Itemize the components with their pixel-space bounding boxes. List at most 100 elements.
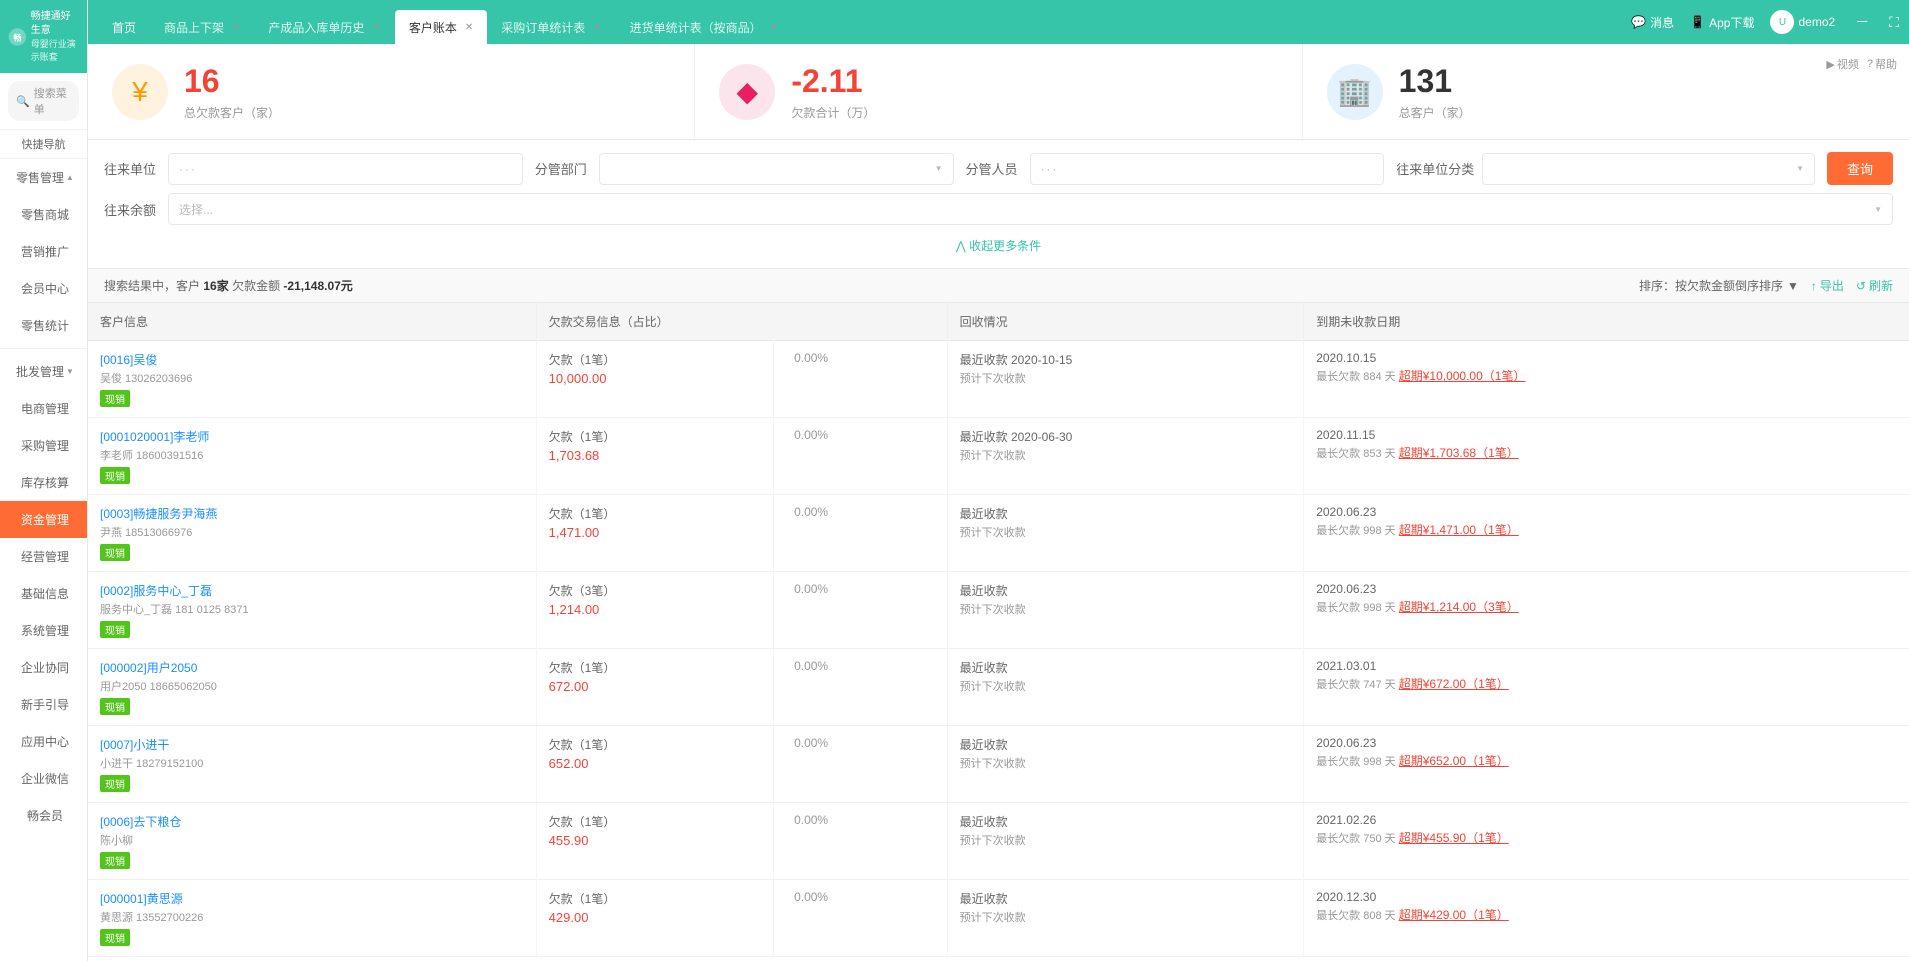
search-menu-area[interactable]: 🔍 搜索菜单 <box>0 73 87 130</box>
sidebar-item-retail-stat[interactable]: 零售统计 <box>0 307 87 344</box>
th-customer-info: 客户信息 <box>88 303 536 341</box>
customer-id-link[interactable]: [0003]畅捷服务尹海燕 <box>100 507 217 521</box>
overdue-amount-link[interactable]: 超期¥672.00（1笔） <box>1399 677 1509 691</box>
sidebar-item-wechat[interactable]: 企业微信 <box>0 760 87 797</box>
badge-xian: 现销 <box>100 544 130 561</box>
filter-row-2: 往来余额 选择... <box>104 193 1893 225</box>
sidebar-item-newbie[interactable]: 新手引导 <box>0 686 87 723</box>
stat-value-debt-customers: 16 <box>184 62 670 100</box>
filter-person: 分管人员 ··· <box>966 153 1385 185</box>
close-icon[interactable]: ✕ <box>465 22 473 33</box>
sidebar-item-batch-mgmt[interactable]: 批发管理 ▼ <box>0 353 87 390</box>
customer-id-link[interactable]: [0016]吴俊 <box>100 353 157 367</box>
user-avatar[interactable]: U demo2 <box>1770 10 1835 34</box>
close-icon[interactable]: ✕ <box>593 22 601 33</box>
collapse-button[interactable]: ⋀ 收起更多条件 <box>956 239 1041 253</box>
tab-goods-updown[interactable]: 商品上下架 ✕ <box>150 10 254 44</box>
overdue-amount-link[interactable]: 超期¥652.00（1笔） <box>1399 754 1509 768</box>
customer-id-link[interactable]: [0006]去下粮仓 <box>100 815 181 829</box>
customer-id-link[interactable]: [0002]服务中心_丁磊 <box>100 584 212 598</box>
table-body: [0016]吴俊 吴俊 13026203696 现销 欠款（1笔） 10,000… <box>88 341 1909 957</box>
sidebar-item-marketing[interactable]: 营销推广 <box>0 233 87 270</box>
overdue-date: 2021.02.26 <box>1316 813 1897 827</box>
table-row: [0001020001]李老师 李老师 18600391516 现销 欠款（1笔… <box>88 418 1909 495</box>
debt-amount: 652.00 <box>549 756 761 771</box>
cell-customer-info: [0007]小进干 小进干 18279152100 现销 <box>88 726 536 803</box>
overdue-amount-link[interactable]: 超期¥455.90（1笔） <box>1399 831 1509 845</box>
customer-id-link[interactable]: [000001]黄思源 <box>100 892 183 906</box>
tabs: 首页 商品上下架 ✕ 产成品入库单历史 ✕ 客户账本 ✕ 采购订单统计表 ✕ 进… <box>98 0 1621 44</box>
sidebar-item-basic[interactable]: 基础信息 <box>0 575 87 612</box>
close-icon[interactable]: ✕ <box>232 22 240 33</box>
sidebar-item-purchase[interactable]: 采购管理 <box>0 427 87 464</box>
sidebar-item-retail-mgmt[interactable]: 零售管理 ▲ <box>0 159 87 196</box>
table-row: [0006]去下粮仓 陈小柳 现销 欠款（1笔） 455.90 0.00% 最近… <box>88 803 1909 880</box>
export-button[interactable]: ↑ 导出 <box>1811 277 1844 294</box>
badge-xian: 现销 <box>100 929 130 946</box>
overdue-amount-link[interactable]: 超期¥429.00（1笔） <box>1399 908 1509 922</box>
overdue-amount-link[interactable]: 超期¥1,471.00（1笔） <box>1399 523 1519 537</box>
help-btn[interactable]: ? 帮助 <box>1867 56 1897 72</box>
unit-class-select[interactable] <box>1482 153 1815 185</box>
sidebar-item-member[interactable]: 会员中心 <box>0 270 87 307</box>
tab-home[interactable]: 首页 <box>98 10 150 44</box>
person-input[interactable]: ··· <box>1030 153 1385 185</box>
tab-produce-history[interactable]: 产成品入库单历史 ✕ <box>254 10 394 44</box>
refresh-button[interactable]: ↺ 刷新 <box>1856 277 1893 294</box>
logo[interactable]: 畅 畅捷通好生意 母婴行业演示账套 <box>0 0 87 73</box>
sidebar-item-vip[interactable]: 畅会员 <box>0 797 87 834</box>
result-bar: 搜索结果中，客户 16家 欠款金额 -21,148.07元 排序：按欠款金额倒序… <box>88 269 1909 303</box>
tab-purchase-stat[interactable]: 采购订单统计表 ✕ <box>487 10 615 44</box>
overdue-amount-link[interactable]: 超期¥1,703.68（1笔） <box>1399 446 1519 460</box>
table-container[interactable]: 客户信息 欠款交易信息（占比） 回收情况 到期未收款日期 [0016]吴俊 吴俊… <box>88 303 1909 961</box>
debt-amount: 10,000.00 <box>549 371 761 386</box>
quick-nav[interactable]: 快捷导航 <box>0 130 87 159</box>
overdue-days: 最长欠款 853 天 超期¥1,703.68（1笔） <box>1316 444 1897 461</box>
overdue-amount-link[interactable]: 超期¥10,000.00（1笔） <box>1399 369 1526 383</box>
sidebar-item-ecommerce[interactable]: 电商管理 <box>0 390 87 427</box>
message-btn[interactable]: 💬 消息 <box>1631 14 1674 31</box>
search-button[interactable]: 查询 <box>1827 152 1893 185</box>
debt-ratio: 0.00% <box>794 659 935 673</box>
minimize-icon[interactable]: － <box>1855 12 1869 32</box>
tab-customer-account[interactable]: 客户账本 ✕ <box>395 10 487 44</box>
overdue-date: 2020.11.15 <box>1316 428 1897 442</box>
cell-customer-info: [0006]去下粮仓 陈小柳 现销 <box>88 803 536 880</box>
dept-select[interactable] <box>599 153 954 185</box>
customer-id-link[interactable]: [0001020001]李老师 <box>100 430 209 444</box>
recovery-next: 预计下次收款 <box>960 524 1292 540</box>
customer-id-link[interactable]: [000002]用户2050 <box>100 661 197 675</box>
debt-amount: 429.00 <box>549 910 761 925</box>
close-icon[interactable]: ✕ <box>770 22 778 33</box>
cell-overdue: 2020.11.15 最长欠款 853 天 超期¥1,703.68（1笔） <box>1304 418 1909 495</box>
customer-id-link[interactable]: [0007]小进干 <box>100 738 169 752</box>
refresh-icon: ↺ <box>1856 279 1866 293</box>
customer-phone: 用户2050 18665062050 <box>100 678 524 694</box>
sidebar-item-system[interactable]: 系统管理 <box>0 612 87 649</box>
cell-debt-info: 欠款（1笔） 455.90 <box>536 803 773 880</box>
sidebar-item-inventory[interactable]: 库存核算 <box>0 464 87 501</box>
filter-label-from-unit: 往来单位 <box>104 159 160 178</box>
sidebar-item-finance[interactable]: 资金管理 <box>0 501 87 538</box>
debt-count: 欠款（1笔） <box>549 351 761 368</box>
app-download-btn[interactable]: 📱 App下载 <box>1690 14 1754 31</box>
sidebar-item-apps[interactable]: 应用中心 <box>0 723 87 760</box>
sidebar-item-label: 零售管理 <box>16 169 64 186</box>
recovery-date: 最近收款 <box>960 890 1292 907</box>
badge-xian: 现销 <box>100 852 130 869</box>
cell-debt-info: 欠款（1笔） 1,471.00 <box>536 495 773 572</box>
maximize-icon[interactable]: ⛶ <box>1889 14 1899 31</box>
stat-icon-yen: ¥ <box>112 64 168 120</box>
sidebar-item-ops[interactable]: 经营管理 <box>0 538 87 575</box>
balance-select[interactable]: 选择... <box>168 193 1893 225</box>
cell-debt-info: 欠款（1笔） 429.00 <box>536 880 773 957</box>
cell-overdue: 2020.06.23 最长欠款 998 天 超期¥652.00（1笔） <box>1304 726 1909 803</box>
video-btn[interactable]: ▶ 视频 <box>1826 56 1858 72</box>
sidebar-item-corp[interactable]: 企业协同 <box>0 649 87 686</box>
overdue-amount-link[interactable]: 超期¥1,214.00（3笔） <box>1399 600 1519 614</box>
sort-selector[interactable]: 排序：按欠款金额倒序排序 ▼ <box>1639 277 1799 294</box>
from-unit-input[interactable]: ··· <box>168 153 523 185</box>
close-icon[interactable]: ✕ <box>372 22 380 33</box>
sidebar-item-retail-shop[interactable]: 零售商城 <box>0 196 87 233</box>
tab-import-stat[interactable]: 进货单统计表（按商品） ✕ <box>616 10 792 44</box>
